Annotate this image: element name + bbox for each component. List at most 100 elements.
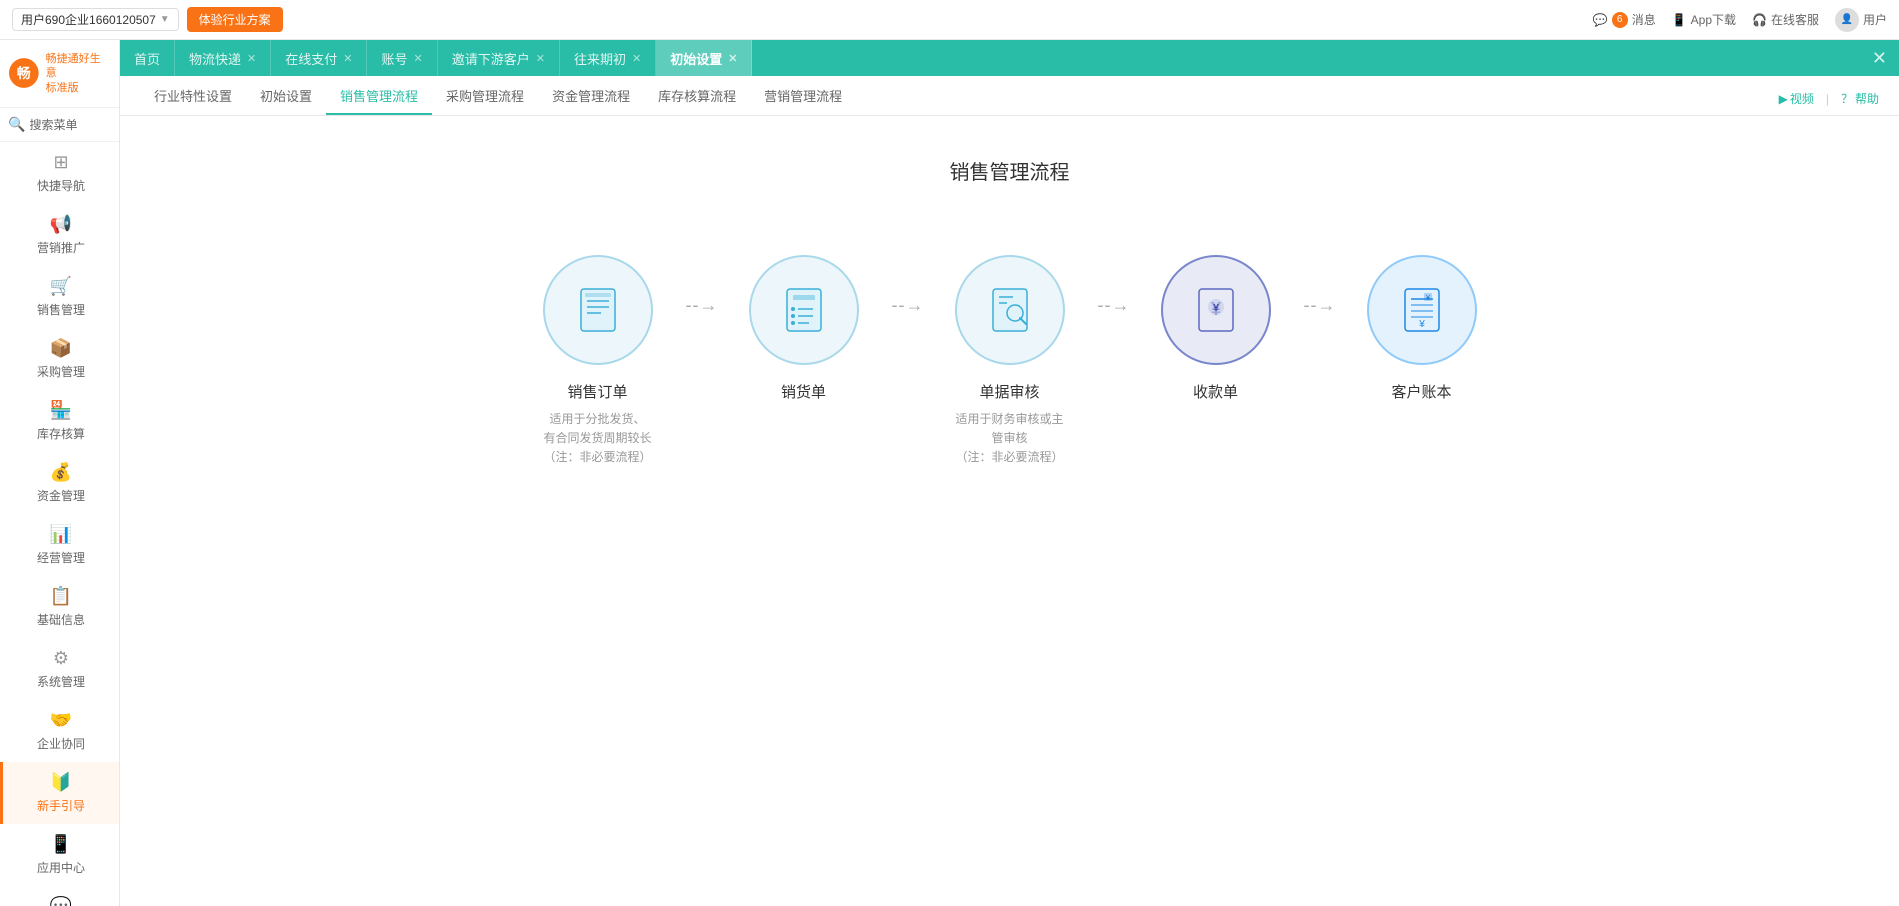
sidebar-item-new-guide[interactable]: 🔰 新手引导 <box>0 762 119 824</box>
nav-tab-account-close[interactable]: ✕ <box>414 52 423 65</box>
sub-tab-industry[interactable]: 行业特性设置 <box>140 78 246 115</box>
close-all-tabs-button[interactable]: ✕ <box>1860 48 1899 69</box>
inventory-icon: 🏪 <box>50 400 72 421</box>
nav-tab-invite-label: 邀请下游客户 <box>452 49 530 68</box>
app-download-item[interactable]: 📱 App下载 <box>1672 11 1736 28</box>
user-selector[interactable]: 用户690企业1660120507 ▼ <box>12 8 179 31</box>
sales-order-icon <box>573 285 623 335</box>
top-bar-left: 用户690企业1660120507 ▼ 体验行业方案 <box>12 7 283 32</box>
nav-tab-logistics-close[interactable]: ✕ <box>247 52 256 65</box>
sidebar-logo: 畅 畅捷通好生意 标准版 <box>0 40 119 108</box>
nav-tab-invite[interactable]: 邀请下游客户 ✕ <box>438 40 560 76</box>
trial-button[interactable]: 体验行业方案 <box>187 7 283 32</box>
sidebar-item-quick-nav[interactable]: ⊞ 快捷导航 <box>0 142 119 204</box>
sales-order-title: 销售订单 <box>567 381 627 402</box>
user-selector-text: 用户690企业1660120507 <box>21 11 156 28</box>
sub-tab-purchase-flow-label: 采购管理流程 <box>446 89 524 104</box>
divider: | <box>1826 92 1829 106</box>
review-desc: 适用于财务审核或主管审核（注：非必要流程） <box>955 410 1063 468</box>
nav-tab-period-init-close[interactable]: ✕ <box>632 52 641 65</box>
receipt-title: 收款单 <box>1193 381 1238 402</box>
sub-tab-init[interactable]: 初始设置 <box>246 78 326 115</box>
sidebar-item-finance[interactable]: 💰 资金管理 <box>0 452 119 514</box>
sub-tab-industry-label: 行业特性设置 <box>154 89 232 104</box>
nav-tab-init-settings[interactable]: 初始设置 ✕ <box>656 40 752 76</box>
flow-step-customer-account: ¥ ¥ 客户账本 <box>1342 255 1502 410</box>
flow-step-receipt: ¥ ¥ 收款单 <box>1136 255 1296 410</box>
purchase-icon: 📦 <box>50 338 72 359</box>
sub-tab-fund-flow-label: 资金管理流程 <box>552 89 630 104</box>
arrow-icon-2: - - → <box>892 295 922 316</box>
delivery-title: 销货单 <box>781 381 826 402</box>
chevron-down-icon: ▼ <box>160 14 170 25</box>
sidebar-label-marketing: 营销推广 <box>37 239 85 256</box>
sidebar-item-basic-info[interactable]: 📋 基础信息 <box>0 576 119 638</box>
flow-circle-customer-account: ¥ ¥ <box>1367 255 1477 365</box>
video-label: 视频 <box>1790 90 1814 107</box>
sidebar-label-purchase: 采购管理 <box>37 363 85 380</box>
search-icon: 🔍 <box>8 116 25 133</box>
sidebar-label-sales: 销售管理 <box>37 301 85 318</box>
nav-tab-init-settings-close[interactable]: ✕ <box>728 52 737 65</box>
basic-info-icon: 📋 <box>50 586 72 607</box>
sidebar-label-app-center: 应用中心 <box>37 859 85 876</box>
service-label: 在线客服 <box>1771 11 1819 28</box>
help-icon: ？ <box>1841 90 1853 107</box>
nav-tab-invite-close[interactable]: ✕ <box>536 52 545 65</box>
sales-icon: 🛒 <box>50 276 72 297</box>
sidebar: 畅 畅捷通好生意 标准版 🔍 搜索菜单 ⊞ 快捷导航 📢 营销推广 🛒 销售管理… <box>0 40 120 906</box>
finance-icon: 💰 <box>50 462 72 483</box>
sidebar-item-enterprise-wechat[interactable]: 💬 企业微信 <box>0 886 119 906</box>
help-label: 帮助 <box>1855 90 1879 107</box>
sidebar-item-sales[interactable]: 🛒 销售管理 <box>0 266 119 328</box>
search-label: 搜索菜单 <box>29 116 77 133</box>
svg-text:¥: ¥ <box>1418 319 1425 330</box>
grid-icon: ⊞ <box>53 152 68 173</box>
sub-tab-sales-flow-label: 销售管理流程 <box>340 89 418 104</box>
user-name-label: 用户 <box>1863 11 1887 28</box>
message-label: 消息 <box>1632 11 1656 28</box>
user-avatar-item[interactable]: 👤 用户 <box>1835 8 1887 32</box>
video-help-button[interactable]: ▶ 视频 <box>1779 90 1814 107</box>
sidebar-item-purchase[interactable]: 📦 采购管理 <box>0 328 119 390</box>
nav-tab-home[interactable]: 首页 <box>120 40 175 76</box>
sidebar-item-system[interactable]: ⚙ 系统管理 <box>0 638 119 700</box>
delivery-icon <box>779 285 829 335</box>
review-title: 单据审核 <box>979 381 1039 402</box>
customer-service-item[interactable]: 🎧 在线客服 <box>1752 11 1819 28</box>
sub-tab-fund-flow[interactable]: 资金管理流程 <box>538 78 644 115</box>
help-button[interactable]: ？ 帮助 <box>1841 90 1879 107</box>
arrow-icon-4: - - → <box>1304 295 1334 316</box>
sidebar-label-enterprise-collab: 企业协同 <box>37 735 85 752</box>
sub-tab-marketing-flow[interactable]: 营销管理流程 <box>750 78 856 115</box>
brand-name: 畅捷通好生意 标准版 <box>46 52 111 95</box>
flow-diagram: 销售订单 适用于分批发货、有合同发货周期较长（注：非必要流程） - - → <box>140 235 1879 488</box>
sidebar-item-marketing[interactable]: 📢 营销推广 <box>0 204 119 266</box>
nav-tab-payment[interactable]: 在线支付 ✕ <box>271 40 367 76</box>
sub-tab-inventory-flow[interactable]: 库存核算流程 <box>644 78 750 115</box>
flow-arrow-4: - - → <box>1296 295 1342 316</box>
nav-tab-home-label: 首页 <box>134 49 160 68</box>
nav-tab-account[interactable]: 账号 ✕ <box>367 40 437 76</box>
svg-text:¥: ¥ <box>1426 295 1430 302</box>
nav-tab-period-init-label: 往来期初 <box>574 49 626 68</box>
sub-tab-sales-flow[interactable]: 销售管理流程 <box>326 78 432 115</box>
flow-circle-receipt: ¥ ¥ <box>1161 255 1271 365</box>
sales-order-desc: 适用于分批发货、有合同发货周期较长（注：非必要流程） <box>543 410 651 468</box>
sub-tab-purchase-flow[interactable]: 采购管理流程 <box>432 78 538 115</box>
sidebar-item-inventory[interactable]: 🏪 库存核算 <box>0 390 119 452</box>
brand-logo-icon: 畅 <box>8 57 40 89</box>
nav-tab-logistics[interactable]: 物流快递 ✕ <box>175 40 271 76</box>
message-icon-item[interactable]: 💬 6 消息 <box>1593 11 1656 28</box>
nav-tab-period-init[interactable]: 往来期初 ✕ <box>560 40 656 76</box>
arrow-icon-1: - - → <box>686 295 716 316</box>
sidebar-item-app-center[interactable]: 📱 应用中心 <box>0 824 119 886</box>
sidebar-item-enterprise-collab[interactable]: 🤝 企业协同 <box>0 700 119 762</box>
arrow-icon-3: - - → <box>1098 295 1128 316</box>
sub-tab-inventory-flow-label: 库存核算流程 <box>658 89 736 104</box>
sidebar-search[interactable]: 🔍 搜索菜单 <box>0 108 119 142</box>
nav-tab-payment-close[interactable]: ✕ <box>343 52 352 65</box>
sidebar-item-operations[interactable]: 📊 经营管理 <box>0 514 119 576</box>
sub-tabs-actions: ▶ 视频 | ？ 帮助 <box>1779 90 1879 115</box>
marketing-icon: 📢 <box>50 214 72 235</box>
